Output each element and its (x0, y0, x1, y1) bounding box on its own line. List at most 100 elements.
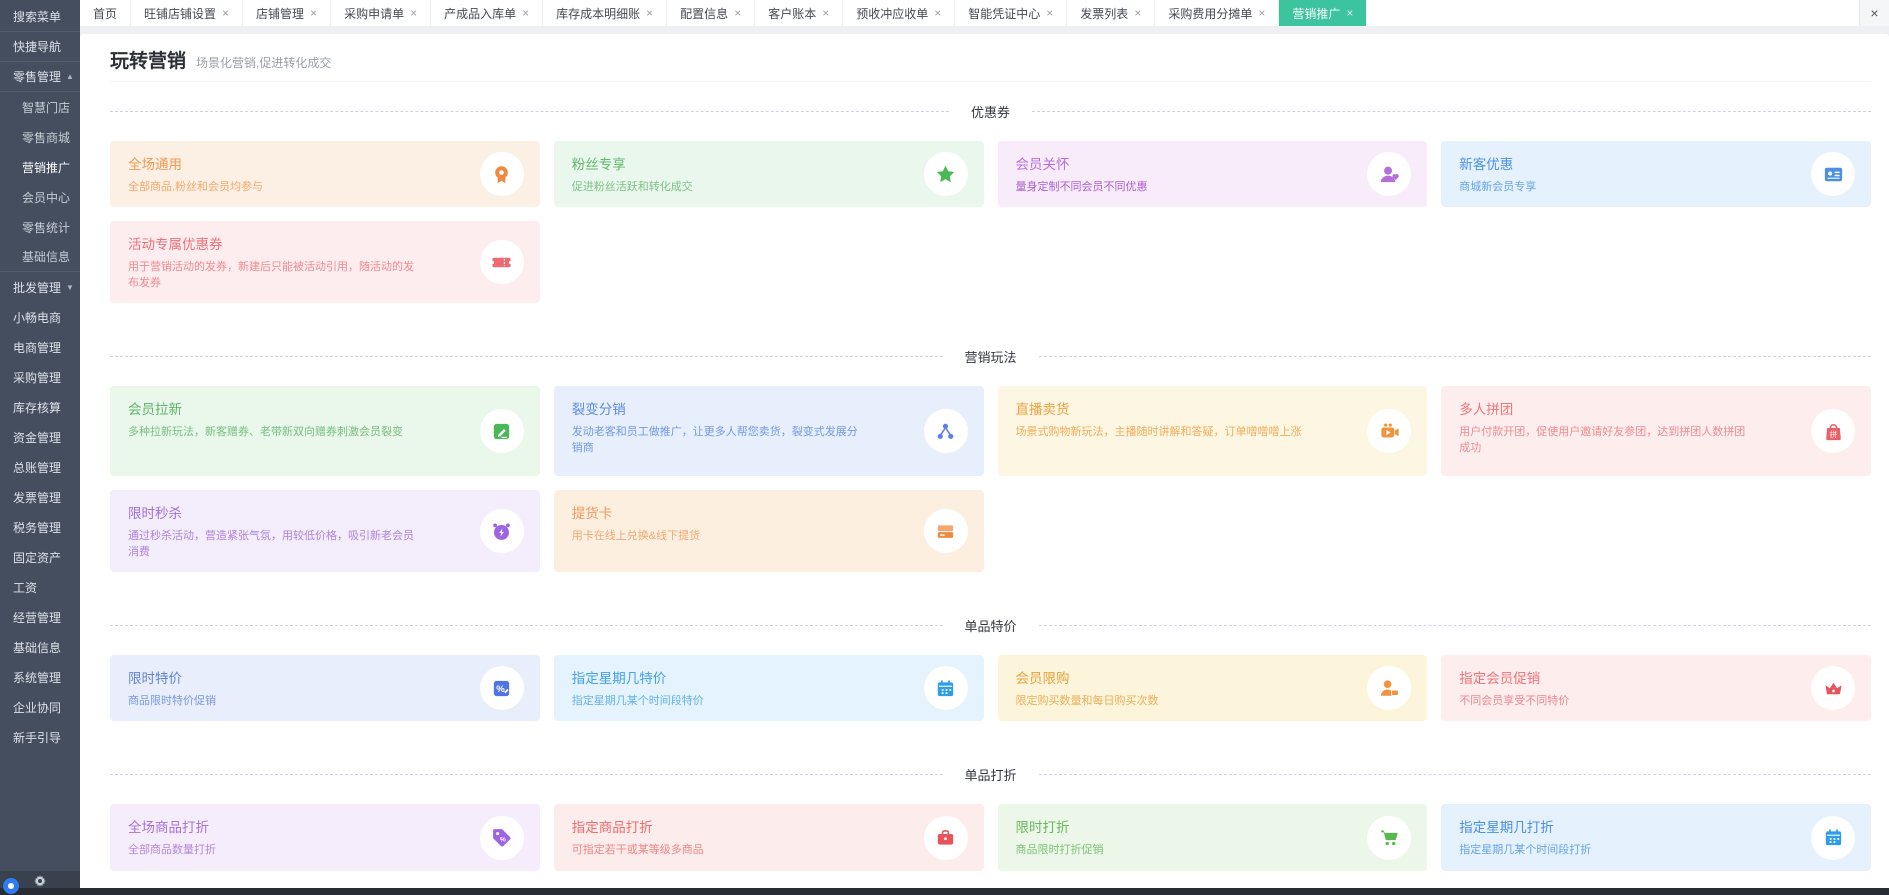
sidebar-item-7[interactable]: 零售统计 (0, 212, 80, 242)
sidebar-item-label: 基础信息 (13, 640, 62, 655)
tab-7[interactable]: 客户账本 × (755, 0, 844, 26)
tab-10[interactable]: 发票列表 × (1067, 0, 1156, 26)
sidebar-item-2[interactable]: 零售管理 ▲ (0, 62, 80, 92)
close-icon: × (1870, 5, 1879, 21)
promo-card[interactable]: 新客优惠 商城新会员专享 (1441, 141, 1871, 208)
tab-label: 首页 (93, 6, 118, 21)
promo-card[interactable]: 指定会员促销 不同会员享受不同特价 (1441, 654, 1871, 722)
promo-card[interactable]: 限时秒杀 通过秒杀活动，营造紧张气氛，用较低价格，吸引新老会员消费 (110, 490, 540, 572)
dashed-divider (110, 356, 943, 358)
promo-card[interactable]: 全场商品打折 全部商品数量打折% (110, 804, 540, 871)
tab-11[interactable]: 采购费用分摊单 × (1155, 0, 1280, 26)
sidebar-item-3[interactable]: 智慧门店 (0, 92, 80, 122)
promo-card[interactable]: 粉丝专享促进粉丝活跃和转化成交 (553, 141, 984, 208)
tab-12[interactable]: 营销推广 × (1279, 0, 1367, 26)
close-tab-icon[interactable]: × (1134, 6, 1141, 20)
close-tab-icon[interactable]: × (1346, 6, 1353, 20)
promo-card[interactable]: 提货卡 用卡在线上兑换&线下提货 (553, 490, 984, 572)
sidebar-item-10[interactable]: 小畅电商 (0, 302, 80, 332)
sidebar-item-13[interactable]: 库存核算 (0, 392, 80, 422)
card-description: 用于营销活动的发券，新建后只能被活动引用，随活动的发布发券 (128, 261, 414, 289)
section-1: 营销玩法会员拉新 多种拉新玩法，新客赠券、老带新双向赠券刺激会员裂变 裂变分销 发动老… (110, 347, 1872, 572)
sidebar-item-24[interactable]: 新手引导 (0, 722, 80, 752)
tab-5[interactable]: 库存成本明细账 × (543, 0, 668, 26)
dashed-divider (1038, 356, 1872, 358)
sidebar-item-18[interactable]: 固定资产 (0, 542, 80, 572)
promo-card[interactable]: 指定星期几特价 指定星期几某个时间段特价 (553, 654, 984, 722)
close-tab-icon[interactable]: × (822, 6, 829, 20)
sidebar-item-label: 发票管理 (13, 490, 62, 505)
close-tab-icon[interactable]: × (410, 6, 417, 20)
sidebar-item-6[interactable]: 会员中心 (0, 182, 80, 212)
section-header: 营销玩法 (110, 347, 1872, 366)
sidebar-item-12[interactable]: 采购管理 (0, 362, 80, 392)
promo-card[interactable]: 直播卖货 场景式购物新玩法，主播随时讲解和答疑，订单噌噌噌上涨 (997, 386, 1428, 477)
sidebar-item-15[interactable]: 总账管理 (0, 452, 80, 482)
tab-1[interactable]: 旺铺店铺设置 × (131, 0, 244, 26)
close-tab-icon[interactable]: × (934, 6, 941, 20)
sidebar-item-17[interactable]: 税务管理 (0, 512, 80, 542)
tab-label: 旺铺店铺设置 (144, 6, 217, 21)
close-tab-icon[interactable]: × (1258, 6, 1265, 20)
promo-card[interactable]: 裂变分销 发动老客和员工做推广，让更多人帮您卖货，裂变式发展分销商 (553, 386, 984, 477)
sidebar-item-14[interactable]: 资金管理 (0, 422, 80, 452)
sidebar-item-label: 零售统计 (22, 220, 71, 235)
sidebar-item-11[interactable]: 电商管理 (0, 332, 80, 362)
assistant-floating-button[interactable] (3, 878, 19, 894)
sidebar-item-4[interactable]: 零售商城 (0, 122, 80, 152)
promo-card[interactable]: 限时打折 商品限时打折促销 (997, 804, 1428, 871)
tab-8[interactable]: 预收冲应收单 × (843, 0, 956, 26)
promo-card[interactable]: 会员关怀 量身定制不同会员不同优惠 (997, 141, 1428, 208)
promo-card[interactable]: 指定星期几打折 指定星期几某个时间段打折 (1441, 804, 1871, 871)
section-2: 单品特价 限时特价 商品限时特价促销% 指定星期几特价 指定星期几某个时间段特价 会员限购… (110, 616, 1872, 722)
tab-label: 客户账本 (768, 6, 817, 21)
close-tab-icon[interactable]: × (646, 6, 653, 20)
sidebar-item-label: 快捷导航 (13, 40, 62, 54)
close-tab-icon[interactable]: × (522, 6, 529, 20)
chevron-up-icon: ▲ (66, 72, 74, 81)
sidebar-item-9[interactable]: 批发管理 ▼ (0, 272, 80, 302)
promo-card[interactable]: 指定商品打折 可指定若干或某等级多商品 (553, 804, 984, 871)
card-description: 促进粉丝活跃和转化成交 (571, 181, 693, 193)
tab-label: 采购申请单 (344, 6, 405, 21)
sidebar-item-1[interactable]: 快捷导航 (0, 32, 80, 62)
close-tab-icon[interactable]: × (734, 6, 741, 20)
sidebar-item-22[interactable]: 系统管理 (0, 662, 80, 692)
sidebar-item-label: 经营管理 (13, 610, 62, 625)
sidebar-item-label: 批发管理 (13, 280, 62, 295)
ticket-icon (479, 240, 524, 285)
sidebar-item-23[interactable]: 企业协同 (0, 692, 80, 722)
tab-2[interactable]: 店铺管理 × (243, 0, 332, 26)
tab-3[interactable]: 采购申请单 × (331, 0, 432, 26)
promo-card[interactable]: 限时特价 商品限时特价促销% (110, 654, 540, 722)
card-description: 可指定若干或某等级多商品 (571, 844, 704, 857)
promo-card[interactable]: 全场通用 全部商品,粉丝和会员均参与 (110, 141, 540, 208)
sidebar: 搜索菜单 快捷导航 零售管理 ▲ 智慧门店 零售商城 营销推广 会员中心 零售统计 基础信息 批发管… (0, 0, 80, 895)
tab-6[interactable]: 配置信息 × (667, 0, 756, 26)
close-all-tabs-button[interactable]: × (1859, 0, 1889, 26)
card-title: 直播卖货 (1015, 402, 1070, 418)
sidebar-item-16[interactable]: 发票管理 (0, 482, 80, 512)
sidebar-nav: 搜索菜单 快捷导航 零售管理 ▲ 智慧门店 零售商城 营销推广 会员中心 零售统计 基础信息 批发管… (0, 0, 80, 871)
close-tab-icon[interactable]: × (310, 6, 317, 20)
tab-label: 店铺管理 (256, 6, 305, 21)
card-title: 限时打折 (1015, 820, 1070, 836)
card-title: 会员拉新 (128, 402, 182, 418)
promo-card[interactable]: 多人拼团 用户付款开团，促使用户邀请好友参团，达到拼团人数拼团成功 拼 (1441, 386, 1871, 477)
promo-card[interactable]: 会员拉新 多种拉新玩法，新客赠券、老带新双向赠券刺激会员裂变 (110, 386, 540, 477)
sidebar-item-8[interactable]: 基础信息 (0, 242, 80, 272)
sidebar-item-0[interactable]: 搜索菜单 (0, 2, 80, 32)
sidebar-item-5[interactable]: 营销推广 (0, 152, 80, 182)
sidebar-item-21[interactable]: 基础信息 (0, 632, 80, 662)
tab-label: 预收冲应收单 (856, 6, 929, 21)
promo-card[interactable]: 会员限购 限定购买数量和每日购买次数 (997, 654, 1428, 722)
sidebar-item-20[interactable]: 经营管理 (0, 602, 80, 632)
tab-0[interactable]: 首页 (80, 0, 132, 26)
tab-9[interactable]: 智能凭证中心 × (955, 0, 1068, 26)
card-title: 粉丝专享 (571, 157, 626, 172)
sidebar-item-19[interactable]: 工资 (0, 572, 80, 602)
tab-4[interactable]: 产成品入库单 × (431, 0, 544, 26)
close-tab-icon[interactable]: × (222, 6, 229, 20)
promo-card[interactable]: 活动专属优惠券 用于营销活动的发券，新建后只能被活动引用，随活动的发布发券 (110, 221, 540, 304)
close-tab-icon[interactable]: × (1046, 6, 1053, 20)
